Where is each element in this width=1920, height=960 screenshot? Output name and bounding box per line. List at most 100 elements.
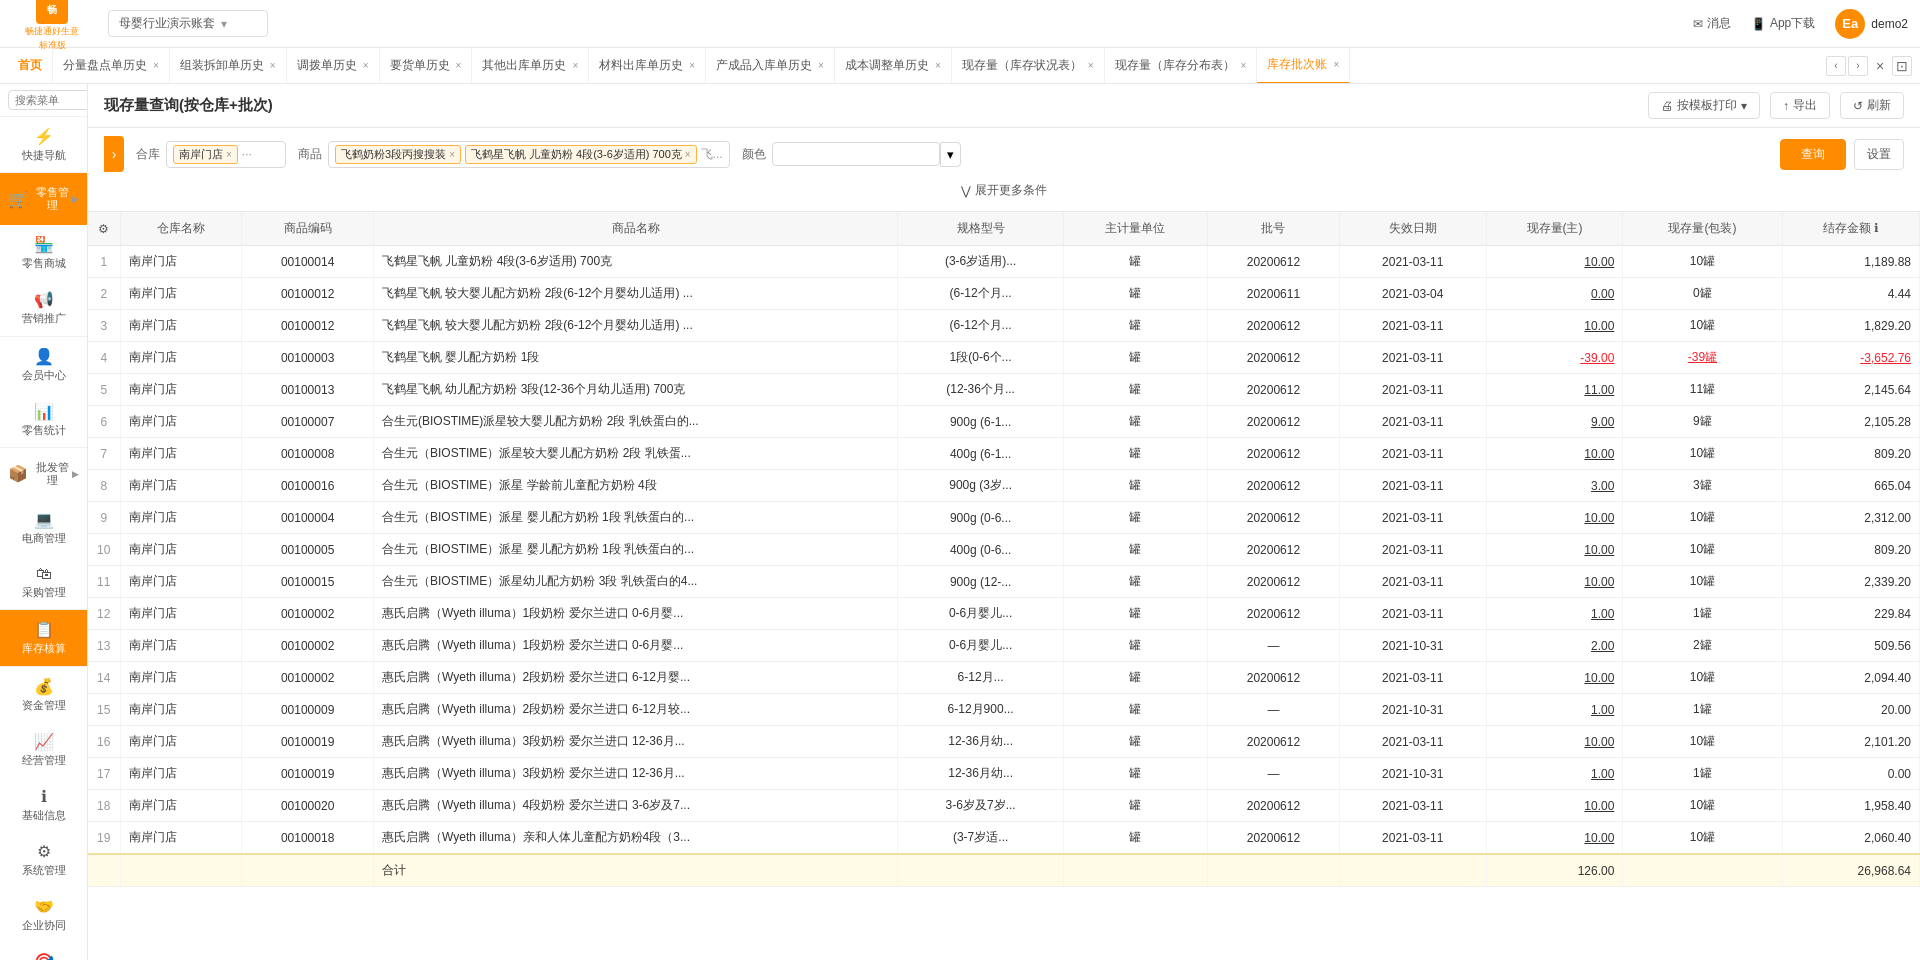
close-icon[interactable]: × [153, 60, 159, 71]
color-input[interactable] [772, 142, 940, 166]
product-more[interactable]: 飞... [701, 146, 723, 163]
tab-home[interactable]: 首页 [8, 48, 53, 84]
settings-icon[interactable]: ⚙ [98, 222, 109, 236]
cell-stock-main[interactable]: 10.00 [1486, 662, 1623, 694]
col-settings[interactable]: ⚙ [88, 212, 120, 246]
expand-more-button[interactable]: ⋁ 展开更多条件 [953, 178, 1055, 203]
messages-button[interactable]: ✉ 消息 [1693, 15, 1731, 32]
product-tag-1-close[interactable]: × [449, 149, 455, 160]
query-button[interactable]: 查询 [1780, 139, 1846, 170]
sidebar-item-quicknav[interactable]: ⚡ 快捷导航 [0, 117, 87, 172]
product-tag-2-close[interactable]: × [685, 149, 691, 160]
stock-main-value[interactable]: 10.00 [1584, 671, 1614, 685]
cell-stock-main[interactable]: 1.00 [1486, 598, 1623, 630]
sidebar-item-retail-mgmt[interactable]: 🛒 零售管理 ▶ [0, 173, 87, 225]
sidebar-item-retail-store[interactable]: 🏪 零售商城 [0, 225, 87, 280]
cell-stock-main[interactable]: 10.00 [1486, 726, 1623, 758]
cell-stock-main[interactable]: 9.00 [1486, 406, 1623, 438]
stock-main-value[interactable]: 0.00 [1591, 287, 1614, 301]
stock-main-value[interactable]: 10.00 [1584, 735, 1614, 749]
tab-other-out[interactable]: 其他出库单历史 × [472, 48, 589, 84]
close-icon[interactable]: × [456, 60, 462, 71]
stock-main-value[interactable]: 1.00 [1591, 703, 1614, 717]
account-selector[interactable]: 母婴行业演示账套 ▾ [108, 10, 268, 37]
stock-main-value[interactable]: 1.00 [1591, 607, 1614, 621]
sidebar-item-member[interactable]: 👤 会员中心 [0, 337, 87, 392]
cell-stock-main[interactable]: 10.00 [1486, 790, 1623, 822]
sidebar-item-wholesale[interactable]: 📦 批发管理 ▶ [0, 448, 87, 500]
warehouse-tag-close[interactable]: × [226, 149, 232, 160]
close-icon[interactable]: × [1333, 59, 1339, 70]
cell-stock-main[interactable]: -39.00 [1486, 342, 1623, 374]
stock-main-value[interactable]: 10.00 [1584, 543, 1614, 557]
tab-product-in[interactable]: 产成品入库单历史 × [706, 48, 835, 84]
nav-close-all-button[interactable]: × [1870, 56, 1890, 76]
cell-stock-main[interactable]: 1.00 [1486, 758, 1623, 790]
stock-main-value[interactable]: 3.00 [1591, 479, 1614, 493]
sidebar-item-ecommerce[interactable]: 💻 电商管理 [0, 500, 87, 555]
stock-main-value[interactable]: 10.00 [1584, 575, 1614, 589]
nav-expand-button[interactable]: ⊡ [1892, 56, 1912, 76]
cell-stock-main[interactable]: 3.00 [1486, 470, 1623, 502]
warehouse-tags-input[interactable]: 南岸门店 × ··· [166, 141, 286, 168]
tab-disassemble[interactable]: 组装拆卸单历史 × [170, 48, 287, 84]
tab-inventory-status[interactable]: 现存量（库存状况表） × [952, 48, 1105, 84]
user-profile[interactable]: Ea demo2 [1835, 9, 1908, 39]
cell-stock-main[interactable]: 2.00 [1486, 630, 1623, 662]
sidebar-item-enterprise-coop[interactable]: 🤝 企业协同 [0, 887, 87, 942]
close-icon[interactable]: × [818, 60, 824, 71]
sidebar-item-inventory-check[interactable]: 📋 库存核算 [0, 610, 87, 665]
cell-stock-main[interactable]: 10.00 [1486, 246, 1623, 278]
close-icon[interactable]: × [1241, 60, 1247, 71]
sidebar-item-basic-info[interactable]: ℹ 基础信息 [0, 777, 87, 832]
app-download-button[interactable]: 📱 App下载 [1751, 15, 1815, 32]
nav-prev-button[interactable]: ‹ [1826, 56, 1846, 76]
tab-batch-ledger[interactable]: 库存批次账 × [1257, 48, 1350, 84]
close-icon[interactable]: × [270, 60, 276, 71]
close-icon[interactable]: × [1088, 60, 1094, 71]
cell-stock-main[interactable]: 11.00 [1486, 374, 1623, 406]
sidebar-item-retail-stats[interactable]: 📊 零售统计 [0, 392, 87, 447]
close-icon[interactable]: × [935, 60, 941, 71]
search-input[interactable] [8, 90, 88, 110]
tab-requisition[interactable]: 要货单历史 × [380, 48, 473, 84]
refresh-button[interactable]: ↺ 刷新 [1840, 92, 1904, 119]
stock-main-value[interactable]: 10.00 [1584, 255, 1614, 269]
product-tags-input[interactable]: 飞鹤奶粉3段丙搜搜装 × 飞鹤星飞帆 儿童奶粉 4段(3-6岁适用) 700克 … [328, 141, 730, 168]
stock-main-value[interactable]: 1.00 [1591, 767, 1614, 781]
cell-stock-main[interactable]: 10.00 [1486, 534, 1623, 566]
export-button[interactable]: ↑ 导出 [1770, 92, 1830, 119]
sidebar-item-finance[interactable]: 💰 资金管理 [0, 667, 87, 722]
sidebar-item-new-guide[interactable]: 🎯 新手引导 [0, 942, 87, 960]
cell-stock-main[interactable]: 10.00 [1486, 822, 1623, 855]
tab-material-out[interactable]: 材料出库单历史 × [589, 48, 706, 84]
sidebar-item-procurement[interactable]: 🛍 采购管理 [0, 555, 87, 609]
cell-stock-main[interactable]: 10.00 [1486, 438, 1623, 470]
cell-stock-main[interactable]: 10.00 [1486, 566, 1623, 598]
settings-button[interactable]: 设置 [1854, 139, 1904, 170]
sidebar-item-operations[interactable]: 📈 经营管理 [0, 722, 87, 777]
stock-main-value[interactable]: 10.00 [1584, 831, 1614, 845]
nav-next-button[interactable]: › [1848, 56, 1868, 76]
stock-main-value[interactable]: 11.00 [1584, 383, 1614, 397]
stock-main-value[interactable]: 10.00 [1584, 799, 1614, 813]
stock-main-value[interactable]: 10.00 [1584, 447, 1614, 461]
cell-stock-main[interactable]: 0.00 [1486, 278, 1623, 310]
tab-mix[interactable]: 调拨单历史 × [287, 48, 380, 84]
cell-stock-main[interactable]: 10.00 [1486, 310, 1623, 342]
tab-split-inventory[interactable]: 分量盘点单历史 × [53, 48, 170, 84]
cell-stock-main[interactable]: 10.00 [1486, 502, 1623, 534]
sidebar-item-marketing[interactable]: 📢 营销推广 [0, 280, 87, 335]
stock-main-value[interactable]: -39.00 [1580, 351, 1614, 365]
tab-cost-adjust[interactable]: 成本调整单历史 × [835, 48, 952, 84]
tab-inventory-dist[interactable]: 现存量（库存分布表） × [1105, 48, 1258, 84]
stock-main-value[interactable]: 9.00 [1591, 415, 1614, 429]
warehouse-more[interactable]: ··· [242, 147, 252, 161]
close-icon[interactable]: × [572, 60, 578, 71]
stock-main-value[interactable]: 2.00 [1591, 639, 1614, 653]
filter-expand-button[interactable]: › [104, 136, 124, 172]
close-icon[interactable]: × [363, 60, 369, 71]
color-dropdown-button[interactable]: ▾ [940, 142, 961, 167]
cell-stock-main[interactable]: 1.00 [1486, 694, 1623, 726]
sidebar-item-system[interactable]: ⚙ 系统管理 [0, 832, 87, 887]
